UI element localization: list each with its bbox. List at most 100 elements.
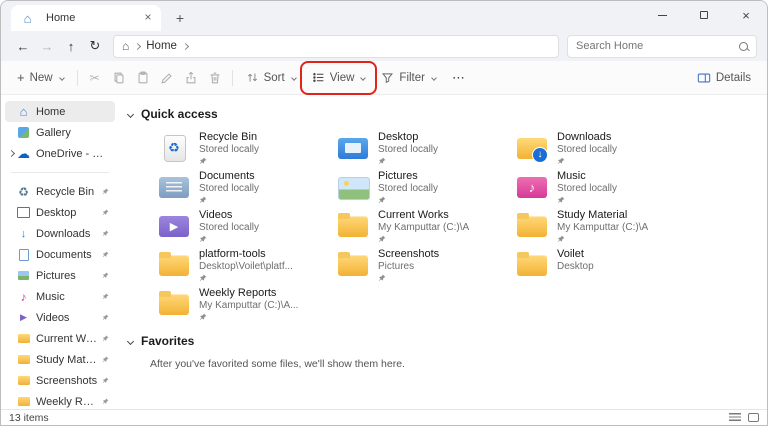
navigation-bar: ← → ↑ ↻ ⌂ Home (1, 31, 767, 61)
sidebar-item[interactable]: Documents (5, 244, 115, 265)
item-name: Current Works (378, 209, 469, 222)
pin-icon (557, 235, 565, 243)
maximize-button[interactable] (683, 1, 725, 29)
sidebar-item[interactable]: Recycle Bin (5, 181, 115, 202)
downloads-icon (515, 131, 549, 163)
quick-access-item[interactable]: Videos Stored locally (157, 209, 336, 244)
copy-button[interactable] (107, 65, 131, 91)
sidebar-item[interactable]: Downloads (5, 223, 115, 244)
quick-access-item[interactable]: Documents Stored locally (157, 170, 336, 205)
item-info: Desktop Stored locally (378, 131, 438, 165)
rename-button[interactable] (155, 65, 179, 91)
sidebar-item[interactable]: Music (5, 286, 115, 307)
new-button[interactable]: + New (9, 65, 72, 91)
pin-icon (102, 230, 109, 237)
window-body: Home Gallery OneDrive - Personal (1, 95, 767, 409)
item-name: Study Material (557, 209, 648, 222)
item-info: Recycle Bin Stored locally (199, 131, 259, 165)
back-button[interactable]: ← (11, 39, 35, 54)
item-label: Music (36, 291, 98, 303)
quick-access-item[interactable]: Current Works My Kamputtar (C:)\A (336, 209, 515, 244)
item-info: Screenshots Pictures (378, 248, 439, 282)
paste-button[interactable] (131, 65, 155, 91)
favorites-empty-message: After you've favorited some files, we'll… (150, 358, 767, 370)
item-name: Weekly Reports (199, 287, 298, 300)
details-view-icon[interactable] (729, 413, 741, 422)
quick-access-item[interactable]: Voilet Desktop (515, 248, 694, 283)
quick-access-item[interactable]: Music Stored locally (515, 170, 694, 205)
paste-icon (136, 71, 150, 85)
pin-icon (557, 196, 565, 204)
videos-icon (157, 209, 191, 241)
folder-icon (16, 395, 31, 409)
downloads-icon (16, 227, 31, 241)
sidebar-item[interactable]: Desktop (5, 202, 115, 223)
tab-title: Home (46, 12, 75, 24)
pin-icon (102, 209, 109, 216)
sidebar-divider (11, 172, 109, 173)
sort-button[interactable]: Sort (238, 65, 304, 91)
minimize-button[interactable] (641, 1, 683, 29)
pin-icon (102, 251, 109, 258)
item-info: Voilet Desktop (557, 248, 594, 273)
item-label: Pictures (36, 270, 98, 282)
cut-button[interactable]: ✂ (83, 65, 107, 91)
sort-icon (246, 71, 259, 84)
sidebar-item[interactable]: Current Works (5, 328, 115, 349)
quick-access-item[interactable]: Weekly Reports My Kamputtar (C:)\A... (157, 287, 336, 322)
sidebar-item[interactable]: Gallery (5, 122, 115, 143)
more-options-button[interactable]: ⋯ (444, 70, 473, 86)
plus-icon: + (17, 70, 25, 85)
share-button[interactable] (179, 65, 203, 91)
quick-access-item[interactable]: Pictures Stored locally (336, 170, 515, 205)
quick-access-item[interactable]: Downloads Stored locally (515, 131, 694, 166)
pin-icon (378, 157, 386, 165)
thumbnail-view-icon[interactable] (748, 413, 759, 422)
item-name: Screenshots (378, 248, 439, 261)
item-name: Music (557, 170, 617, 183)
breadcrumb-home[interactable]: Home (146, 40, 177, 52)
quick-access-item[interactable]: Recycle Bin Stored locally (157, 131, 336, 166)
filter-button[interactable]: Filter (373, 65, 444, 91)
view-button[interactable]: View (304, 65, 374, 91)
pin-icon (199, 157, 207, 165)
main-content: Quick access Recycle Bin Stored locally (119, 95, 767, 409)
maximize-icon (700, 11, 708, 19)
address-bar[interactable]: ⌂ Home (113, 35, 559, 58)
music-icon (515, 170, 549, 202)
delete-button[interactable] (203, 65, 227, 91)
new-tab-button[interactable]: + (171, 10, 189, 26)
chevron-down-icon (361, 75, 367, 81)
pin-icon (102, 356, 109, 363)
sidebar-item[interactable]: Study Material (5, 349, 115, 370)
sidebar-item[interactable]: Screenshots (5, 370, 115, 391)
quick-access-item[interactable]: Screenshots Pictures (336, 248, 515, 283)
search-box[interactable] (567, 35, 757, 58)
details-button[interactable]: Details (689, 65, 759, 91)
up-button[interactable]: ↑ (59, 39, 83, 54)
sidebar-item[interactable]: Videos (5, 307, 115, 328)
sidebar-item[interactable]: Weekly Reports (5, 391, 115, 409)
tab-close-icon[interactable]: × (140, 10, 156, 26)
sidebar-item[interactable]: OneDrive - Personal (5, 143, 115, 164)
documents-icon (16, 248, 31, 262)
sidebar-item[interactable]: Home (5, 101, 115, 122)
item-location: My Kamputtar (C:)\A (557, 222, 648, 234)
sidebar-top-list: Home Gallery OneDrive - Personal (1, 101, 119, 164)
tab-home[interactable]: Home × (11, 5, 161, 31)
refresh-button[interactable]: ↻ (83, 38, 107, 54)
videos-icon (16, 311, 31, 325)
quick-access-item[interactable]: Desktop Stored locally (336, 131, 515, 166)
titlebar: Home × + × (1, 1, 767, 31)
pin-icon (102, 377, 109, 384)
sidebar-item[interactable]: Pictures (5, 265, 115, 286)
search-input[interactable] (576, 40, 739, 52)
expand-chevron-icon[interactable] (8, 150, 15, 157)
favorites-header[interactable]: Favorites (128, 332, 767, 350)
breadcrumb-home-icon[interactable]: ⌂ (122, 39, 129, 53)
quick-access-header[interactable]: Quick access (128, 105, 767, 123)
forward-button[interactable]: → (35, 39, 59, 54)
quick-access-item[interactable]: platform-tools Desktop\Voilet\platf... (157, 248, 336, 283)
close-button[interactable]: × (725, 1, 767, 29)
quick-access-item[interactable]: Study Material My Kamputtar (C:)\A (515, 209, 694, 244)
